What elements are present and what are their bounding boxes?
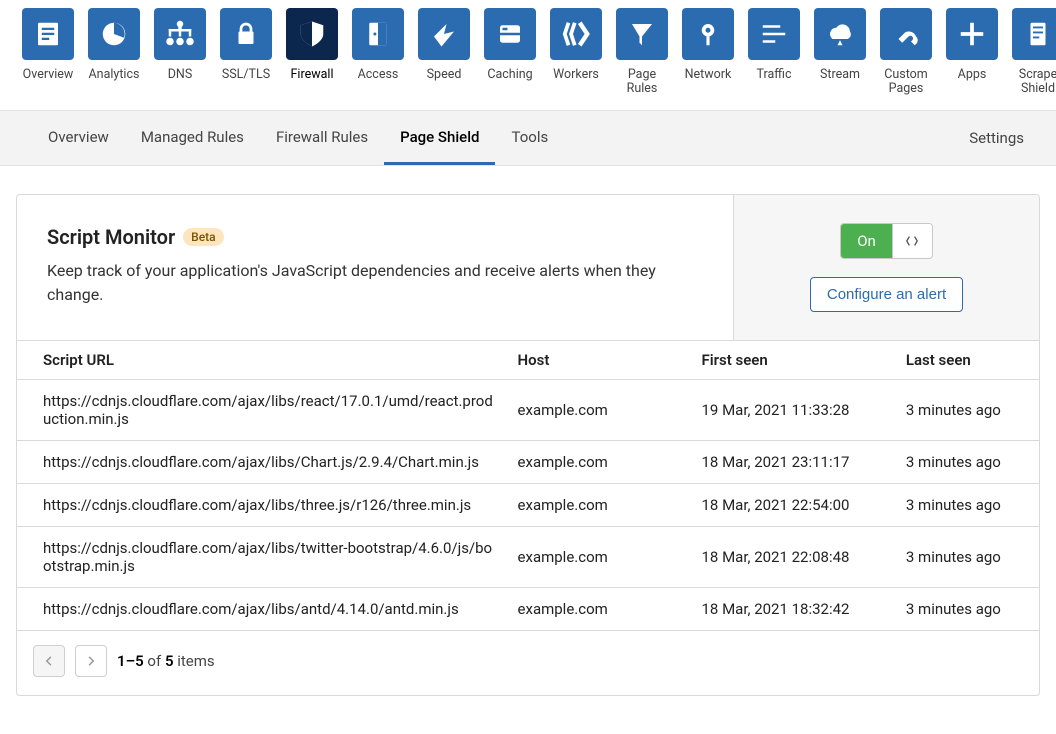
nav-pagerules[interactable]: Page Rules	[616, 8, 668, 98]
th-script-url: Script URL	[17, 341, 508, 380]
nav-caching[interactable]: Caching	[484, 8, 536, 98]
nav-label: DNS	[168, 68, 193, 98]
cell-last: 3 minutes ago	[896, 484, 1039, 527]
ssl-icon	[220, 8, 272, 60]
nav-custompages[interactable]: Custom Pages	[880, 8, 932, 98]
cell-url: https://cdnjs.cloudflare.com/ajax/libs/r…	[17, 380, 508, 441]
table-row: https://cdnjs.cloudflare.com/ajax/libs/r…	[17, 380, 1039, 441]
tab-pageshield[interactable]: Page Shield	[384, 111, 495, 165]
custompages-icon	[880, 8, 932, 60]
nav-label: Stream	[820, 68, 860, 98]
table-row: https://cdnjs.cloudflare.com/ajax/libs/C…	[17, 441, 1039, 484]
configure-alert-button[interactable]: Configure an alert	[810, 277, 963, 312]
cell-first: 18 Mar, 2021 18:32:42	[692, 588, 896, 631]
analytics-icon	[88, 8, 140, 60]
enable-toggle[interactable]: On	[840, 223, 933, 259]
tab-firewallrules[interactable]: Firewall Rules	[260, 111, 384, 165]
cell-url: https://cdnjs.cloudflare.com/ajax/libs/t…	[17, 527, 508, 588]
tab-managed[interactable]: Managed Rules	[125, 111, 260, 165]
cell-last: 3 minutes ago	[896, 527, 1039, 588]
firewall-icon	[286, 8, 338, 60]
toggle-handle-icon[interactable]	[892, 224, 932, 258]
table-row: https://cdnjs.cloudflare.com/ajax/libs/t…	[17, 527, 1039, 588]
cell-host: example.com	[508, 441, 692, 484]
cell-url: https://cdnjs.cloudflare.com/ajax/libs/C…	[17, 441, 508, 484]
top-nav: Overview Analytics DNS SSL/TLS Firewall Acces…	[0, 0, 1056, 110]
page-info: 1–5 of 5 items	[117, 652, 215, 670]
nav-analytics[interactable]: Analytics	[88, 8, 140, 98]
nav-workers[interactable]: Workers	[550, 8, 602, 98]
nav-label: Analytics	[89, 68, 140, 98]
caching-icon	[484, 8, 536, 60]
overview-icon	[22, 8, 74, 60]
cell-url: https://cdnjs.cloudflare.com/ajax/libs/a…	[17, 588, 508, 631]
nav-label: SSL/TLS	[222, 68, 270, 98]
th-first-seen: First seen	[692, 341, 896, 380]
settings-link[interactable]: Settings	[969, 129, 1024, 147]
nav-label: Apps	[958, 68, 987, 98]
cell-host: example.com	[508, 588, 692, 631]
nav-apps[interactable]: Apps	[946, 8, 998, 98]
nav-label: Access	[358, 68, 399, 98]
table-row: https://cdnjs.cloudflare.com/ajax/libs/t…	[17, 484, 1039, 527]
apps-icon	[946, 8, 998, 60]
nav-network[interactable]: Network	[682, 8, 734, 98]
script-monitor-panel: Script Monitor Beta Keep track of your a…	[16, 194, 1040, 696]
cell-first: 18 Mar, 2021 23:11:17	[692, 441, 896, 484]
nav-label: Workers	[553, 68, 599, 98]
access-icon	[352, 8, 404, 60]
nav-label: Overview	[23, 68, 74, 98]
nav-firewall[interactable]: Firewall	[286, 8, 338, 98]
sub-tabs: OverviewManaged RulesFirewall RulesPage …	[0, 110, 1056, 166]
nav-label: Speed	[427, 68, 462, 98]
nav-scrapeshield[interactable]: Scrape Shield	[1012, 8, 1056, 98]
cell-host: example.com	[508, 484, 692, 527]
nav-overview[interactable]: Overview	[22, 8, 74, 98]
cell-last: 3 minutes ago	[896, 441, 1039, 484]
scripts-table: Script URL Host First seen Last seen htt…	[17, 340, 1039, 631]
toggle-on-label: On	[841, 224, 892, 258]
cell-first: 19 Mar, 2021 11:33:28	[692, 380, 896, 441]
page-next-button[interactable]	[75, 645, 107, 677]
th-last-seen: Last seen	[896, 341, 1039, 380]
cell-url: https://cdnjs.cloudflare.com/ajax/libs/t…	[17, 484, 508, 527]
tab-tools[interactable]: Tools	[495, 111, 564, 165]
th-host: Host	[508, 341, 692, 380]
nav-ssl[interactable]: SSL/TLS	[220, 8, 272, 98]
dns-icon	[154, 8, 206, 60]
paginator: 1–5 of 5 items	[17, 631, 1039, 695]
cell-host: example.com	[508, 527, 692, 588]
table-row: https://cdnjs.cloudflare.com/ajax/libs/a…	[17, 588, 1039, 631]
nav-label: Custom Pages	[880, 68, 932, 98]
nav-stream[interactable]: Stream	[814, 8, 866, 98]
cell-host: example.com	[508, 380, 692, 441]
panel-description: Keep track of your application's JavaScr…	[47, 259, 687, 307]
nav-dns[interactable]: DNS	[154, 8, 206, 98]
page-prev-button[interactable]	[33, 645, 65, 677]
tab-overview[interactable]: Overview	[32, 111, 125, 165]
stream-icon	[814, 8, 866, 60]
nav-label: Firewall	[291, 68, 334, 98]
nav-speed[interactable]: Speed	[418, 8, 470, 98]
nav-access[interactable]: Access	[352, 8, 404, 98]
traffic-icon	[748, 8, 800, 60]
pagerules-icon	[616, 8, 668, 60]
nav-label: Network	[685, 68, 732, 98]
cell-last: 3 minutes ago	[896, 380, 1039, 441]
workers-icon	[550, 8, 602, 60]
nav-label: Page Rules	[616, 68, 668, 98]
cell-first: 18 Mar, 2021 22:54:00	[692, 484, 896, 527]
nav-label: Scrape Shield	[1012, 68, 1056, 98]
nav-label: Caching	[487, 68, 532, 98]
speed-icon	[418, 8, 470, 60]
beta-badge: Beta	[183, 228, 223, 246]
cell-first: 18 Mar, 2021 22:08:48	[692, 527, 896, 588]
nav-label: Traffic	[756, 68, 791, 98]
scrapeshield-icon	[1012, 8, 1056, 60]
nav-traffic[interactable]: Traffic	[748, 8, 800, 98]
network-icon	[682, 8, 734, 60]
panel-title: Script Monitor	[47, 225, 175, 249]
cell-last: 3 minutes ago	[896, 588, 1039, 631]
